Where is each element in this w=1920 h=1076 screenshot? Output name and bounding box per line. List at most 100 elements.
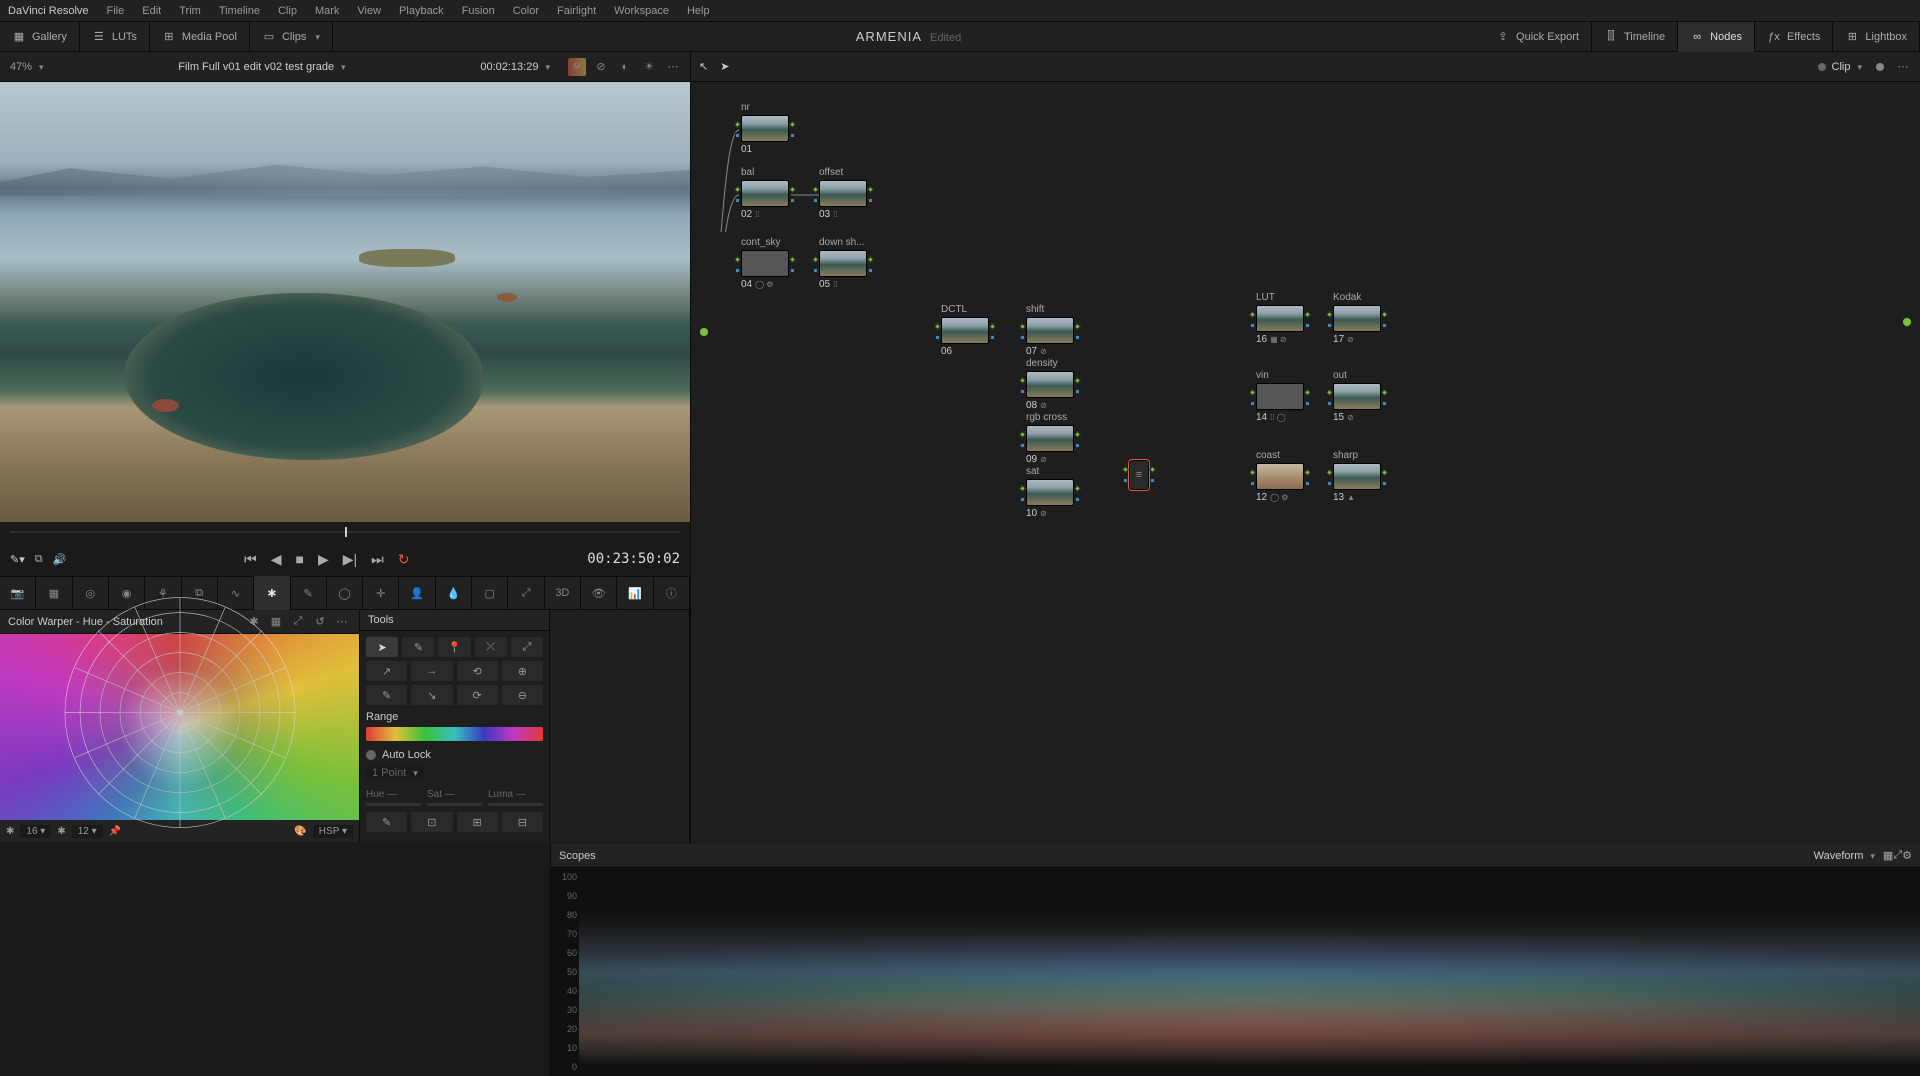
prev-button[interactable]: ◀	[271, 551, 282, 568]
sizing-palette[interactable]: ⤢	[508, 576, 544, 610]
node-thumb[interactable]	[819, 180, 867, 207]
autolock-toggle[interactable]: Auto Lock	[366, 749, 543, 761]
split-icon[interactable]: ⧉	[35, 553, 43, 566]
graph-output[interactable]	[1902, 317, 1912, 327]
bypass-icon[interactable]: ⊘	[592, 58, 610, 76]
timecode-dropdown[interactable]: 00:02:13:29	[470, 61, 560, 73]
keyframe-palette[interactable]: 👁	[581, 576, 617, 610]
node-16[interactable]: LUT16 ▦ ⊘	[1256, 292, 1310, 345]
audio-icon[interactable]: 🔊	[53, 553, 67, 566]
tool-b1[interactable]: ✎	[366, 685, 407, 705]
menu-help[interactable]: Help	[687, 5, 710, 17]
3d-palette[interactable]: 3D	[545, 576, 581, 610]
window-palette[interactable]: ◯	[327, 576, 363, 610]
wipe-icon[interactable]: ◐	[616, 58, 634, 76]
tool-a4[interactable]: ⊕	[502, 661, 543, 681]
quickexport-button[interactable]: ⇪Quick Export	[1484, 22, 1592, 52]
menu-color[interactable]: Color	[513, 5, 539, 17]
node-thumb[interactable]	[1333, 383, 1381, 410]
magic-mask-palette[interactable]: 👤	[399, 576, 435, 610]
more-icon[interactable]: ⋯	[664, 58, 682, 76]
node-thumb[interactable]	[1256, 305, 1304, 332]
node-10[interactable]: sat10 ⊘	[1026, 466, 1080, 519]
node-thumb[interactable]	[1256, 463, 1304, 490]
node-02[interactable]: bal02 ⁞⁞	[741, 167, 795, 220]
tool-c2[interactable]: ⊡	[411, 812, 452, 832]
node-thumb[interactable]	[1026, 371, 1074, 398]
node-12[interactable]: coast12 ◯ ⚙	[1256, 450, 1310, 503]
tool-c3[interactable]: ⊞	[457, 812, 498, 832]
scopes-layout-icon[interactable]: ▦	[1883, 849, 1893, 862]
node-03[interactable]: offset03 ⁞⁞	[819, 167, 873, 220]
tool-a2[interactable]: →	[411, 661, 452, 681]
menu-trim[interactable]: Trim	[179, 5, 201, 17]
node-thumb[interactable]	[1256, 383, 1304, 410]
mediapool-button[interactable]: ⊞Media Pool	[150, 22, 250, 52]
arrow-tool-icon[interactable]: ➤	[720, 60, 729, 73]
tool-a3[interactable]: ⟲	[457, 661, 498, 681]
node-08[interactable]: density08 ⊘	[1026, 358, 1080, 411]
tool-draw[interactable]: ✎	[402, 637, 434, 657]
scopes-waveform[interactable]: 1009080706050403020100	[551, 868, 1920, 1076]
tool-b4[interactable]: ⊖	[502, 685, 543, 705]
camera-raw-palette[interactable]: 📷	[0, 576, 36, 610]
node-thumb[interactable]	[741, 250, 789, 277]
tracking-palette[interactable]: ✛	[363, 576, 399, 610]
node-17[interactable]: Kodak17 ⊘	[1333, 292, 1387, 345]
node-thumb[interactable]: ≡	[1129, 460, 1149, 490]
color-warper-grid[interactable]	[0, 634, 359, 820]
node-thumb[interactable]	[1026, 479, 1074, 506]
point-select[interactable]: 1 Point	[366, 765, 424, 781]
cw-more-icon[interactable]: ⋯	[333, 613, 351, 631]
node-thumb[interactable]	[1026, 425, 1074, 452]
first-frame-button[interactable]: ⏮	[244, 551, 257, 568]
gallery-button[interactable]: ▦Gallery	[0, 22, 80, 52]
viewer[interactable]	[0, 82, 690, 522]
menu-fairlight[interactable]: Fairlight	[557, 5, 596, 17]
clips-button[interactable]: ▭Clips	[250, 22, 333, 52]
info-palette[interactable]: ⓘ	[654, 576, 690, 610]
node-09[interactable]: rgb cross09 ⊘	[1026, 412, 1080, 465]
loop-button[interactable]: ↻	[398, 551, 410, 568]
node-15[interactable]: out15 ⊘	[1333, 370, 1387, 423]
range-slider[interactable]	[366, 727, 543, 741]
luma-slider[interactable]	[488, 803, 543, 806]
tool-b3[interactable]: ⟳	[457, 685, 498, 705]
highlight-icon[interactable]: ☀	[640, 58, 658, 76]
node-thumb[interactable]	[1333, 463, 1381, 490]
menu-edit[interactable]: Edit	[142, 5, 161, 17]
next-button[interactable]: ▶|	[343, 551, 357, 568]
tool-b2[interactable]: ↘	[411, 685, 452, 705]
node-thumb[interactable]	[1333, 305, 1381, 332]
menu-file[interactable]: File	[107, 5, 125, 17]
menu-view[interactable]: View	[357, 5, 381, 17]
last-frame-button[interactable]: ⏭	[371, 551, 384, 568]
tool-c1[interactable]: ✎	[366, 812, 407, 832]
cw-reset-icon[interactable]: ↺	[311, 613, 329, 631]
node-thumb[interactable]	[819, 250, 867, 277]
node-thumb[interactable]	[941, 317, 989, 344]
menu-clip[interactable]: Clip	[278, 5, 297, 17]
marker-icon[interactable]: M	[568, 58, 586, 76]
scopes-expand-icon[interactable]: ⤢	[1893, 849, 1902, 862]
node-04[interactable]: cont_sky04 ◯ ⚙	[741, 237, 795, 290]
tool-pull[interactable]: ⤫	[475, 637, 507, 657]
graph-clip-dropdown[interactable]: Clip	[1832, 61, 1862, 73]
cw-rings-select[interactable]: 16 ▾	[20, 825, 51, 838]
node-06[interactable]: DCTL06	[941, 304, 995, 357]
tool-pin[interactable]: 📍	[438, 637, 470, 657]
menu-timeline[interactable]: Timeline	[219, 5, 260, 17]
scopes-toggle[interactable]: 📊	[617, 576, 653, 610]
cw-mode-select[interactable]: HSP ▾	[313, 825, 353, 838]
clip-name-dropdown[interactable]: Film Full v01 edit v02 test grade	[54, 61, 471, 73]
menu-fusion[interactable]: Fusion	[462, 5, 495, 17]
nodes-button[interactable]: ∞Nodes	[1678, 22, 1755, 52]
play-button[interactable]: ▶	[318, 551, 329, 568]
tool-c4[interactable]: ⊟	[502, 812, 543, 832]
scopes-mode-dropdown[interactable]: Waveform	[1814, 850, 1875, 862]
zoom-dropdown[interactable]: 47%	[0, 61, 54, 73]
node-14[interactable]: vin14 ⁞⁞ ◯	[1256, 370, 1310, 423]
effects-button[interactable]: ƒxEffects	[1755, 22, 1833, 52]
hue-slider[interactable]	[366, 803, 421, 806]
lightbox-button[interactable]: ⊞Lightbox	[1833, 22, 1920, 52]
